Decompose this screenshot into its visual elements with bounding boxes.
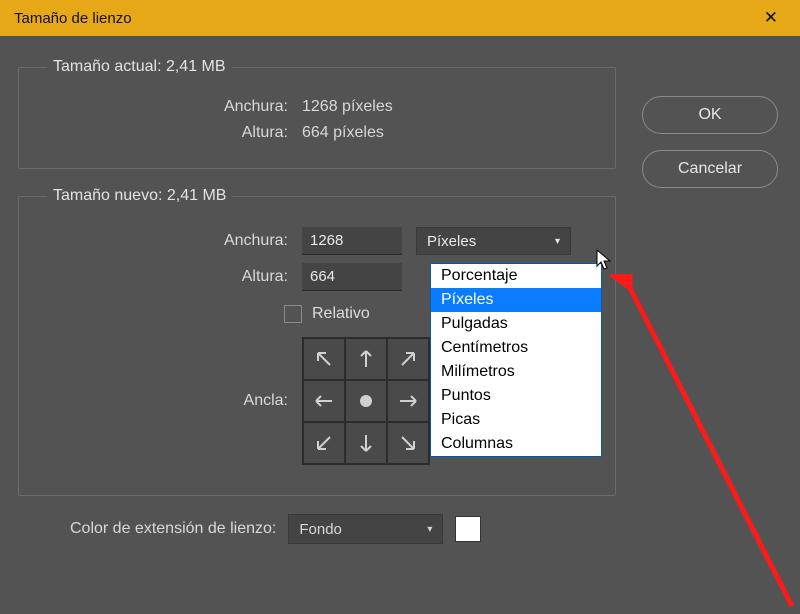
new-height-label: Altura: — [37, 268, 302, 286]
close-icon[interactable]: ✕ — [756, 4, 786, 32]
unit-option-centimetros[interactable]: Centímetros — [431, 336, 601, 360]
current-height-value: 664 píxeles — [302, 124, 384, 142]
anchor-ne[interactable] — [387, 338, 429, 380]
extension-select[interactable]: Fondo ▾ — [288, 514, 443, 544]
anchor-center[interactable] — [345, 380, 387, 422]
anchor-s[interactable] — [345, 422, 387, 464]
title-bar: Tamaño de lienzo ✕ — [0, 0, 800, 36]
height-input[interactable] — [302, 263, 402, 291]
unit-select-value: Píxeles — [427, 233, 476, 250]
unit-option-pixeles[interactable]: Píxeles — [431, 288, 601, 312]
extension-select-value: Fondo — [299, 521, 342, 538]
current-width-value: 1268 píxeles — [302, 98, 393, 116]
ok-button[interactable]: OK — [642, 96, 778, 134]
anchor-se[interactable] — [387, 422, 429, 464]
anchor-e[interactable] — [387, 380, 429, 422]
current-size-legend: Tamaño actual: 2,41 MB — [47, 58, 232, 76]
cancel-button[interactable]: Cancelar — [642, 150, 778, 188]
unit-option-puntos[interactable]: Puntos — [431, 384, 601, 408]
unit-option-columnas[interactable]: Columnas — [431, 432, 601, 456]
width-input[interactable] — [302, 227, 402, 255]
current-height-label: Altura: — [37, 124, 302, 142]
window-title: Tamaño de lienzo — [14, 10, 132, 27]
current-size-group: Tamaño actual: 2,41 MB Anchura: 1268 píx… — [18, 58, 616, 169]
unit-dropdown: Porcentaje Píxeles Pulgadas Centímetros … — [430, 263, 602, 457]
extension-color-swatch[interactable] — [455, 516, 481, 542]
relative-checkbox[interactable] — [284, 305, 302, 323]
unit-select[interactable]: Píxeles ▾ — [416, 227, 571, 255]
anchor-label: Ancla: — [37, 392, 302, 410]
anchor-nw[interactable] — [303, 338, 345, 380]
new-size-legend: Tamaño nuevo: 2,41 MB — [47, 187, 232, 205]
anchor-grid — [302, 337, 430, 465]
unit-option-porcentaje[interactable]: Porcentaje — [431, 264, 601, 288]
anchor-n[interactable] — [345, 338, 387, 380]
unit-option-pulgadas[interactable]: Pulgadas — [431, 312, 601, 336]
unit-option-picas[interactable]: Picas — [431, 408, 601, 432]
extension-label: Color de extensión de lienzo: — [70, 520, 276, 538]
unit-option-milimetros[interactable]: Milímetros — [431, 360, 601, 384]
chevron-down-icon: ▾ — [427, 524, 432, 535]
extension-row: Color de extensión de lienzo: Fondo ▾ — [70, 514, 782, 544]
chevron-down-icon: ▾ — [555, 236, 560, 247]
dialog-content: Tamaño actual: 2,41 MB Anchura: 1268 píx… — [0, 36, 800, 562]
current-width-label: Anchura: — [37, 98, 302, 116]
dialog-buttons: OK Cancelar — [642, 96, 778, 188]
annotation-arrow-icon — [610, 274, 800, 614]
anchor-sw[interactable] — [303, 422, 345, 464]
new-width-label: Anchura: — [37, 232, 302, 250]
anchor-w[interactable] — [303, 380, 345, 422]
relative-label: Relativo — [312, 305, 370, 323]
